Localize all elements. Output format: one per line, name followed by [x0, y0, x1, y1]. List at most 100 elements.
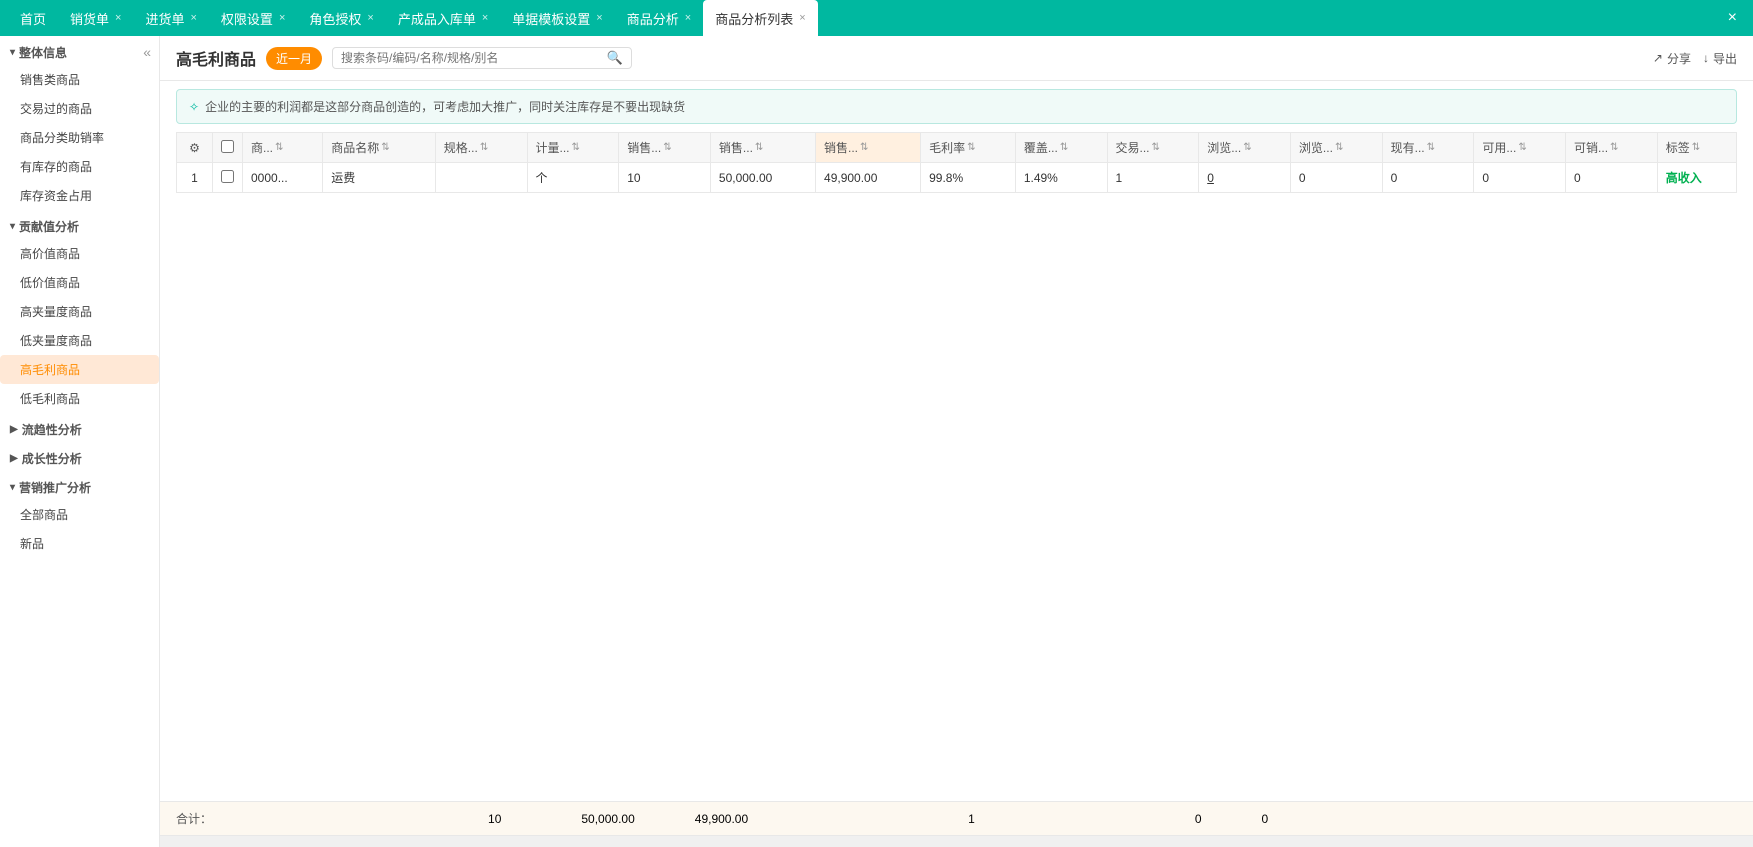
- close-icon[interactable]: ×: [799, 12, 805, 24]
- cell-sale-qty: 10: [619, 163, 711, 193]
- content-area: 高毛利商品 近一月 🔍 ↗ 分享 ↓ 导出 ✧ 企业的主要的利润都是这部分商品创…: [160, 36, 1753, 847]
- cell-gross-rate: 99.8%: [921, 163, 1016, 193]
- sidebar-group-trend[interactable]: ▶ 流趋性分析: [0, 413, 159, 442]
- cell-index: 1: [177, 163, 213, 193]
- table-row: 1 0000... 运费 个 10 50,000.00 49,900.00 99…: [177, 163, 1737, 193]
- sidebar-item-category-rate[interactable]: 商品分类助销率: [0, 123, 159, 152]
- sidebar-group-overview[interactable]: ▾ 整体信息: [0, 36, 159, 65]
- nav-product-analysis[interactable]: 商品分析 ×: [615, 0, 703, 36]
- share-icon: ↗: [1653, 51, 1663, 65]
- th-gross-rate[interactable]: 毛利率 ⇅: [921, 133, 1016, 163]
- search-box[interactable]: 🔍: [332, 47, 632, 69]
- sort-icon: ⇅: [572, 142, 580, 153]
- th-unit[interactable]: 计量... ⇅: [527, 133, 619, 163]
- footer-sale-amt: 50,000.00: [581, 812, 634, 826]
- cell-avail-stock: 0: [1474, 163, 1566, 193]
- sidebar-group-contribution[interactable]: ▾ 贡献值分析: [0, 210, 159, 239]
- sort-icon: ⇅: [1060, 142, 1068, 153]
- cell-unit: 个: [527, 163, 619, 193]
- cell-saleable-stock: 0: [1566, 163, 1658, 193]
- cell-tag: 高收入: [1657, 163, 1736, 193]
- nav-role[interactable]: 角色授权 ×: [297, 0, 385, 36]
- th-name[interactable]: 商品名称 ⇅: [323, 133, 436, 163]
- th-spec[interactable]: 规格... ⇅: [435, 133, 527, 163]
- th-code[interactable]: 商... ⇅: [243, 133, 323, 163]
- export-icon: ↓: [1703, 51, 1709, 65]
- sort-icon: ⇅: [275, 142, 283, 153]
- sidebar-item-low-margin[interactable]: 低毛利商品: [0, 384, 159, 413]
- cell-coverage: 1.49%: [1015, 163, 1107, 193]
- sort-icon: ⇅: [1610, 142, 1618, 153]
- sort-icon: ⇅: [1335, 142, 1343, 153]
- sidebar-item-sales-goods[interactable]: 销售类商品: [0, 65, 159, 94]
- nav-sales[interactable]: 销货单 ×: [58, 0, 133, 36]
- window-close-button[interactable]: ×: [1720, 9, 1745, 27]
- header-actions: ↗ 分享 ↓ 导出: [1653, 50, 1737, 67]
- cell-code: 0000...: [243, 163, 323, 193]
- nav-permission[interactable]: 权限设置 ×: [209, 0, 297, 36]
- sidebar-collapse-button[interactable]: «: [143, 44, 151, 60]
- th-sale-cost[interactable]: 销售... ⇅: [816, 133, 921, 163]
- filter-recent-month-button[interactable]: 近一月: [266, 47, 322, 70]
- sidebar-item-traded-goods[interactable]: 交易过的商品: [0, 94, 159, 123]
- sidebar-item-high-value[interactable]: 高价值商品: [0, 239, 159, 268]
- close-icon[interactable]: ×: [367, 12, 373, 24]
- close-icon[interactable]: ×: [482, 12, 488, 24]
- select-all-checkbox[interactable]: [221, 140, 234, 153]
- main-layout: « ▾ 整体信息 销售类商品 交易过的商品 商品分类助销率 有库存的商品 库存资…: [0, 36, 1753, 847]
- sidebar-item-low-value[interactable]: 低价值商品: [0, 268, 159, 297]
- cell-browse1[interactable]: 0: [1199, 163, 1291, 193]
- top-navigation: 首页 销货单 × 进货单 × 权限设置 × 角色授权 × 产成品入库单 × 单据…: [0, 0, 1753, 36]
- close-icon[interactable]: ×: [685, 12, 691, 24]
- row-checkbox[interactable]: [221, 170, 234, 183]
- sidebar-item-capital-usage[interactable]: 库存资金占用: [0, 181, 159, 210]
- export-button[interactable]: ↓ 导出: [1703, 50, 1737, 67]
- th-current-stock[interactable]: 现有... ⇅: [1382, 133, 1474, 163]
- cell-checkbox[interactable]: [213, 163, 243, 193]
- sidebar-item-high-freq[interactable]: 高夹量度商品: [0, 297, 159, 326]
- sidebar-item-high-margin[interactable]: 高毛利商品: [0, 355, 159, 384]
- sidebar-item-all-goods[interactable]: 全部商品: [0, 500, 159, 529]
- th-sale-amt[interactable]: 销售... ⇅: [710, 133, 815, 163]
- footer-total-bar: 合计： 10 50,000.00 49,900.00 1 0 0: [160, 801, 1753, 835]
- th-index: ⚙: [177, 133, 213, 163]
- nav-home[interactable]: 首页: [8, 0, 58, 36]
- share-button[interactable]: ↗ 分享: [1653, 50, 1691, 67]
- tag-label: 高收入: [1666, 171, 1702, 185]
- th-trade-count[interactable]: 交易... ⇅: [1107, 133, 1199, 163]
- sidebar-item-stock-goods[interactable]: 有库存的商品: [0, 152, 159, 181]
- horizontal-scrollbar[interactable]: [160, 835, 1753, 847]
- nav-product-analysis-list[interactable]: 商品分析列表 ×: [703, 0, 817, 36]
- gear-icon[interactable]: ⚙: [189, 141, 200, 155]
- th-tag[interactable]: 标签 ⇅: [1657, 133, 1736, 163]
- sidebar-group-marketing[interactable]: ▾ 营销推广分析: [0, 471, 159, 500]
- close-icon[interactable]: ×: [596, 12, 602, 24]
- sort-icon: ⇅: [663, 142, 671, 153]
- search-input[interactable]: [341, 51, 607, 65]
- th-browse2[interactable]: 浏览... ⇅: [1290, 133, 1382, 163]
- th-sale-qty[interactable]: 销售... ⇅: [619, 133, 711, 163]
- close-icon[interactable]: ×: [190, 12, 196, 24]
- sort-icon: ⇅: [1152, 142, 1160, 153]
- info-banner: ✧ 企业的主要的利润都是这部分商品创造的，可考虑加大推广，同时关注库存是不要出现…: [176, 89, 1737, 124]
- close-icon[interactable]: ×: [279, 12, 285, 24]
- cell-current-stock: 0: [1382, 163, 1474, 193]
- close-icon[interactable]: ×: [115, 12, 121, 24]
- th-browse1[interactable]: 浏览... ⇅: [1199, 133, 1291, 163]
- sidebar-group-growth[interactable]: ▶ 成长性分析: [0, 442, 159, 471]
- content-header: 高毛利商品 近一月 🔍 ↗ 分享 ↓ 导出: [160, 36, 1753, 81]
- sort-icon: ⇅: [381, 142, 389, 153]
- th-saleable-stock[interactable]: 可销... ⇅: [1566, 133, 1658, 163]
- sort-icon: ⇅: [755, 142, 763, 153]
- nav-product-inbound[interactable]: 产成品入库单 ×: [386, 0, 500, 36]
- cell-browse2: 0: [1290, 163, 1382, 193]
- nav-purchase[interactable]: 进货单 ×: [133, 0, 208, 36]
- th-avail-stock[interactable]: 可用... ⇅: [1474, 133, 1566, 163]
- th-coverage[interactable]: 覆盖... ⇅: [1015, 133, 1107, 163]
- nav-template-settings[interactable]: 单据模板设置 ×: [500, 0, 614, 36]
- sort-icon: ⇅: [1243, 142, 1251, 153]
- sidebar-item-low-freq[interactable]: 低夹量度商品: [0, 326, 159, 355]
- page-title: 高毛利商品: [176, 46, 256, 70]
- sidebar-item-new-goods[interactable]: 新品: [0, 529, 159, 558]
- chevron-down-icon: ▾: [10, 47, 15, 58]
